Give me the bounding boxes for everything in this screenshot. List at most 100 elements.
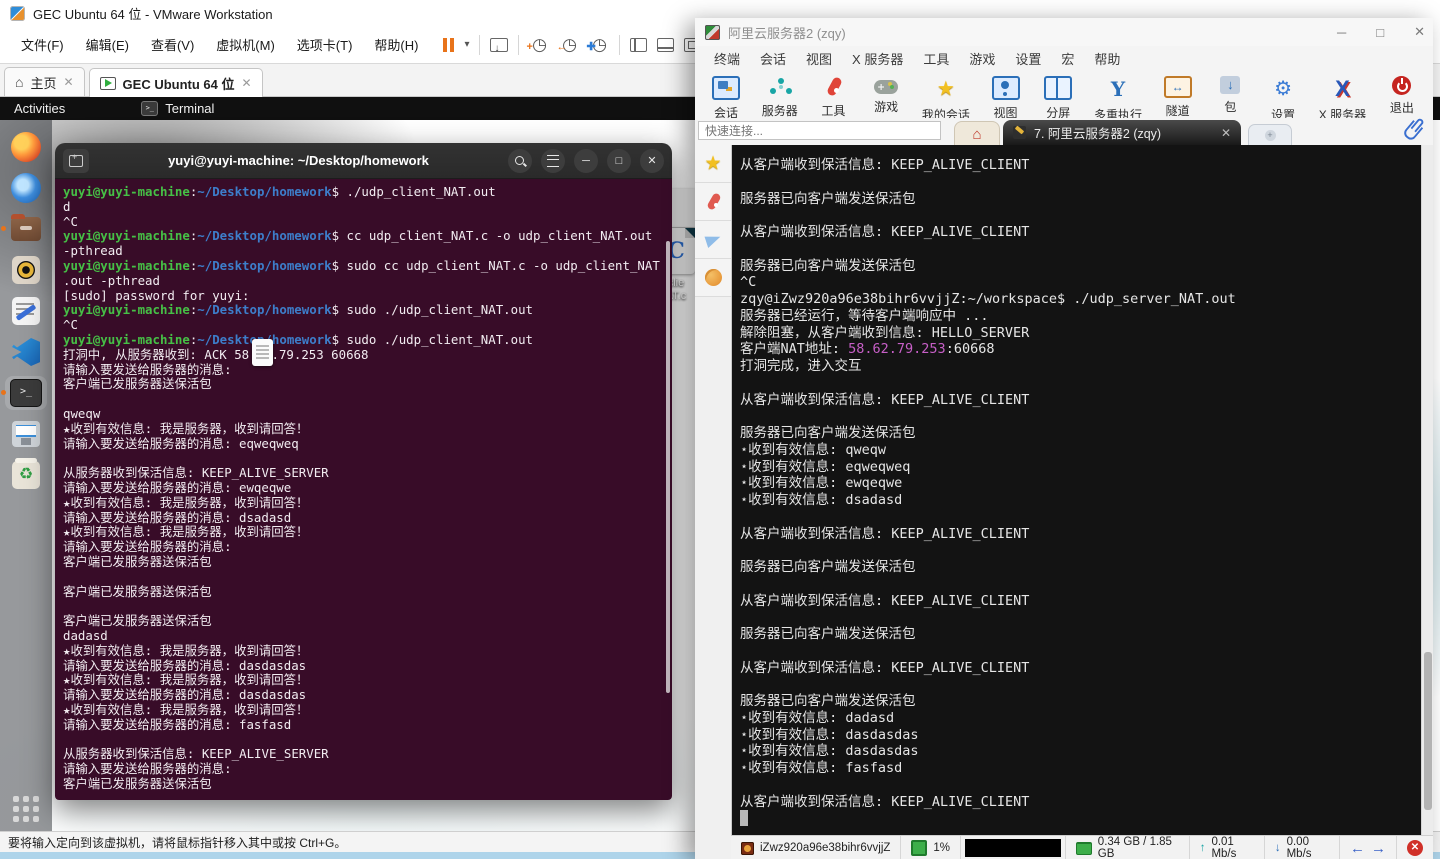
- prev-tab-button[interactable]: ←: [1350, 840, 1365, 857]
- dock-item-text-editor[interactable]: [5, 294, 47, 328]
- terminal-line: 请输入要发送给服务器的消息:: [63, 540, 232, 555]
- terminal-line: qweqw: [63, 406, 101, 421]
- mobaxterm-menu-item[interactable]: 视图: [797, 49, 841, 68]
- mobaxterm-menu-item[interactable]: X 服务器: [843, 49, 912, 68]
- toolbar-games-button[interactable]: 游戏: [869, 76, 903, 115]
- gnome-terminal-headerbar[interactable]: yuyi@yuyi-machine: ~/Desktop/homework ─ …: [55, 143, 672, 179]
- dock-item-terminal[interactable]: >_: [1, 376, 47, 410]
- toolbar-package-button[interactable]: ↓ 包: [1213, 76, 1247, 115]
- sidebar-tools-knife-button[interactable]: [695, 183, 731, 221]
- vmware-menu-item[interactable]: 查看(V): [140, 35, 205, 54]
- server-terminal-area[interactable]: 从客户端收到保活信息: KEEP_ALIVE_CLIENT 服务器已向客户端发送…: [732, 145, 1421, 835]
- vmware-toolbar: ▾ ◷+ ◷← ◷✚: [443, 34, 729, 55]
- quick-connect-input[interactable]: [698, 121, 941, 140]
- maximize-button[interactable]: □: [607, 148, 631, 173]
- tab-gec-ubuntu[interactable]: GEC Ubuntu 64 位 ✕: [88, 68, 263, 97]
- plus-icon: +: [1264, 130, 1276, 141]
- toolbar-tools-button[interactable]: 工具: [816, 76, 850, 119]
- server-terminal-scrollbar-thumb[interactable]: [1424, 652, 1432, 810]
- take-snapshot-icon[interactable]: ◷ +: [526, 36, 549, 53]
- terminal-line: 请输入要发送给服务器的消息: dasdasdas: [63, 658, 307, 673]
- macros-plane-icon: [704, 231, 722, 248]
- tab-close-icon[interactable]: ✕: [63, 75, 73, 89]
- minimize-button[interactable]: ─: [574, 148, 598, 173]
- mobaxterm-menu-item[interactable]: 设置: [1006, 49, 1050, 68]
- text-editor-icon: [12, 297, 40, 325]
- toolbar-multiexec-button[interactable]: Y 多重执行: [1094, 76, 1142, 123]
- manage-snapshots-icon[interactable]: ◷ ✚: [586, 36, 609, 53]
- terminal-scrollbar[interactable]: [666, 241, 670, 693]
- new-session-tab-button[interactable]: +: [1248, 124, 1292, 147]
- tab-close-icon[interactable]: ✕: [242, 76, 252, 90]
- show-applications-button[interactable]: [0, 796, 52, 823]
- stop-session-button[interactable]: ✕: [1407, 840, 1423, 856]
- tab-home[interactable]: ⌂ 主页 ✕: [4, 67, 85, 96]
- desktop-file-icon-partial[interactable]: [668, 189, 698, 227]
- dock-item-vscode[interactable]: [5, 335, 47, 369]
- server-terminal-scrollbar-track[interactable]: [1421, 145, 1433, 835]
- screen: GEC Ubuntu 64 位 - VMware Workstation 文件(…: [0, 0, 1440, 859]
- terminal-line: 服务器已向客户端发送保活包: [740, 559, 916, 575]
- pause-dropdown-caret-icon[interactable]: ▾: [464, 39, 469, 50]
- mobaxterm-menu-item[interactable]: 终端: [705, 49, 749, 68]
- dock-item-files[interactable]: [1, 212, 47, 246]
- sidebar-sftp-globe-button[interactable]: [695, 259, 731, 297]
- focused-app[interactable]: >_ Terminal: [141, 101, 214, 116]
- terminal-line: 从服务器收到保活信息: KEEP_ALIVE_SERVER: [63, 466, 329, 481]
- multiexec-icon: Y: [1110, 77, 1126, 101]
- paperclip-icon[interactable]: [1401, 119, 1424, 143]
- sidebar-macros-plane-button[interactable]: [695, 221, 731, 259]
- toolbar-xserver-button[interactable]: XX 服务器: [1319, 76, 1366, 123]
- mobaxterm-menu-item[interactable]: 帮助: [1085, 49, 1129, 68]
- toolbar-split-button[interactable]: 分屏: [1041, 76, 1075, 121]
- vmware-menu-item[interactable]: 帮助(H): [363, 35, 429, 54]
- vmware-menu-item[interactable]: 编辑(E): [75, 35, 140, 54]
- new-tab-button[interactable]: [63, 148, 89, 173]
- mobaxterm-menu-item[interactable]: 会话: [751, 49, 795, 68]
- session-tab-active[interactable]: 7. 阿里云服务器2 (zqy) ✕: [1003, 120, 1241, 145]
- menu-button[interactable]: [541, 148, 565, 173]
- activities-button[interactable]: Activities: [0, 101, 79, 116]
- dock-item-floppy[interactable]: [5, 417, 47, 451]
- minimize-button[interactable]: ─: [1337, 25, 1346, 40]
- mobaxterm-menu-item[interactable]: 宏: [1052, 49, 1083, 68]
- home-tab-button[interactable]: ⌂: [954, 121, 1000, 146]
- toolbar-session-button[interactable]: 会话: [709, 76, 743, 121]
- dock-item-trash[interactable]: ♻: [5, 458, 47, 492]
- close-button[interactable]: ✕: [1414, 24, 1425, 40]
- toolbar-exit-button[interactable]: 退出: [1385, 76, 1419, 116]
- gnome-terminal-body[interactable]: yuyi@yuyi-machine:~/Desktop/homework$ ./…: [55, 179, 672, 800]
- close-button[interactable]: ✕: [640, 148, 664, 173]
- tab-gec-label: GEC Ubuntu 64 位: [122, 76, 235, 92]
- dock-item-firefox[interactable]: [5, 130, 47, 164]
- dock-item-thunderbird[interactable]: [5, 171, 47, 205]
- session-tab-close-icon[interactable]: ✕: [1221, 126, 1231, 140]
- vmware-menu-item[interactable]: 文件(F): [10, 35, 75, 54]
- toolbar-tunnel-button[interactable]: ↔ 隧道: [1161, 76, 1195, 119]
- pause-vm-button[interactable]: [443, 37, 455, 52]
- dock-item-rhythmbox[interactable]: [5, 253, 47, 287]
- next-tab-button[interactable]: →: [1371, 840, 1386, 857]
- show-library-icon[interactable]: [630, 37, 648, 52]
- terminal-line: 服务器已向客户端发送保活包: [740, 425, 916, 441]
- vmware-menu-item[interactable]: 虚拟机(M): [205, 35, 286, 54]
- mobaxterm-menu-item[interactable]: 游戏: [960, 49, 1004, 68]
- toolbar-view-button[interactable]: 视图: [989, 76, 1023, 121]
- status-cpu: 1%: [901, 836, 962, 859]
- split-icon: [1044, 76, 1073, 100]
- revert-snapshot-icon[interactable]: ◷ ←: [556, 36, 579, 53]
- maximize-button[interactable]: □: [1376, 25, 1384, 40]
- mobaxterm-menu-item[interactable]: 工具: [914, 49, 958, 68]
- show-thumbnail-bar-icon[interactable]: [657, 37, 675, 52]
- mobaxterm-titlebar[interactable]: 阿里云服务器2 (zqy) ─ □ ✕: [695, 18, 1433, 46]
- vmware-menu-item[interactable]: 选项卡(T): [286, 35, 364, 54]
- toolbar-my-sessions-button[interactable]: ★ 我的会话: [922, 76, 970, 123]
- send-ctrl-alt-del-icon[interactable]: [490, 37, 509, 54]
- toolbar-settings-button[interactable]: ⚙ 设置: [1266, 76, 1300, 123]
- terminal-line: ^C: [740, 274, 757, 291]
- search-button[interactable]: [508, 148, 532, 173]
- sidebar-sessions-star-button[interactable]: ★: [695, 145, 731, 183]
- toolbar-servers-button[interactable]: 服务器: [762, 76, 798, 119]
